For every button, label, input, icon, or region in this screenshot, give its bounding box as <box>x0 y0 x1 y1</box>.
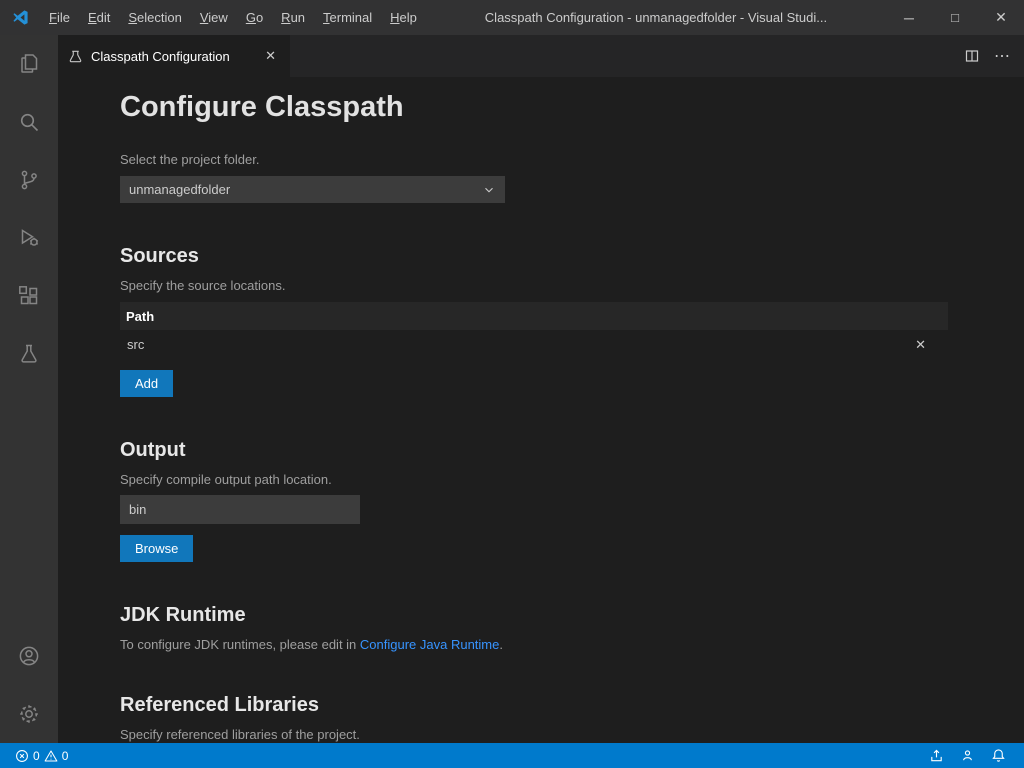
table-row: src ✕ <box>120 330 948 359</box>
sidebar-item-extensions[interactable] <box>0 267 58 325</box>
sidebar-item-search[interactable] <box>0 93 58 151</box>
editor-actions: ⋯ <box>964 35 1024 77</box>
maximize-icon[interactable]: □ <box>932 0 978 35</box>
status-bar: 0 0 <box>0 743 1024 768</box>
settings-button[interactable] <box>0 685 58 743</box>
menu-go[interactable]: Go <box>237 0 272 35</box>
tab-label: Classpath Configuration <box>91 49 261 64</box>
window-controls: ─ □ ✕ <box>886 0 1024 35</box>
add-source-button[interactable]: Add <box>120 370 173 397</box>
problems-indicator[interactable]: 0 0 <box>10 749 73 763</box>
page-title: Configure Classpath <box>120 91 1024 124</box>
referenced-libraries-heading: Referenced Libraries <box>120 694 1024 717</box>
main-area: Classpath Configuration ✕ ⋯ Configure Cl… <box>0 35 1024 743</box>
project-folder-label: Select the project folder. <box>120 152 1024 167</box>
tab-close-icon[interactable]: ✕ <box>261 46 280 66</box>
menu-view[interactable]: View <box>191 0 237 35</box>
jdk-text-after: . <box>499 637 503 652</box>
sidebar-item-explorer[interactable] <box>0 35 58 93</box>
editor-group: Classpath Configuration ✕ ⋯ Configure Cl… <box>58 35 1024 743</box>
source-control-icon <box>17 168 41 192</box>
warning-icon <box>44 749 58 763</box>
extensions-icon <box>17 284 41 308</box>
sidebar-item-source-control[interactable] <box>0 151 58 209</box>
tab-classpath-configuration[interactable]: Classpath Configuration ✕ <box>58 35 290 77</box>
search-icon <box>17 110 41 134</box>
window-title: Classpath Configuration - unmanagedfolde… <box>426 10 886 25</box>
run-debug-icon <box>17 226 41 250</box>
menu-terminal[interactable]: Terminal <box>314 0 381 35</box>
jdk-runtime-heading: JDK Runtime <box>120 604 1024 627</box>
settings-gear-icon <box>17 702 41 726</box>
output-path-input[interactable] <box>120 495 360 524</box>
vscode-logo-icon <box>0 0 40 35</box>
menubar: File Edit Selection View Go Run Terminal… <box>40 0 426 35</box>
notifications-bell-icon[interactable] <box>983 748 1014 763</box>
sources-column-header: Path <box>120 302 948 330</box>
menu-edit[interactable]: Edit <box>79 0 119 35</box>
titlebar: File Edit Selection View Go Run Terminal… <box>0 0 1024 35</box>
output-description: Specify compile output path location. <box>120 472 1024 487</box>
error-icon <box>15 749 29 763</box>
sidebar-item-testing[interactable] <box>0 325 58 383</box>
warning-count: 0 <box>62 749 69 763</box>
menu-selection[interactable]: Selection <box>119 0 190 35</box>
browse-output-button[interactable]: Browse <box>120 535 193 562</box>
tab-bar: Classpath Configuration ✕ ⋯ <box>58 35 1024 77</box>
project-folder-dropdown[interactable]: unmanagedfolder <box>120 176 505 203</box>
sidebar-item-run-debug[interactable] <box>0 209 58 267</box>
source-path-value: src <box>127 337 144 352</box>
more-actions-icon[interactable]: ⋯ <box>994 46 1010 66</box>
activity-bar <box>0 35 58 743</box>
account-icon <box>17 644 41 668</box>
account-button[interactable] <box>0 627 58 685</box>
referenced-libraries-description: Specify referenced libraries of the proj… <box>120 727 1024 742</box>
activity-bar-bottom <box>0 627 58 743</box>
menu-run[interactable]: Run <box>272 0 314 35</box>
project-folder-value: unmanagedfolder <box>129 182 230 197</box>
menu-help[interactable]: Help <box>381 0 426 35</box>
minimize-icon[interactable]: ─ <box>886 0 932 35</box>
status-bar-right <box>921 748 1014 763</box>
configure-java-runtime-link[interactable]: Configure Java Runtime <box>360 637 499 652</box>
close-icon[interactable]: ✕ <box>978 0 1024 35</box>
sources-description: Specify the source locations. <box>120 278 1024 293</box>
error-count: 0 <box>33 749 40 763</box>
jdk-text-before: To configure JDK runtimes, please edit i… <box>120 637 360 652</box>
testing-beaker-icon <box>17 342 41 366</box>
remove-source-icon[interactable]: ✕ <box>915 337 926 353</box>
sources-table: Path src ✕ <box>120 302 948 359</box>
share-icon[interactable] <box>921 748 952 763</box>
menu-file[interactable]: File <box>40 0 79 35</box>
jdk-runtime-text: To configure JDK runtimes, please edit i… <box>120 637 1024 652</box>
classpath-configuration-view: Configure Classpath Select the project f… <box>58 77 1024 743</box>
feedback-icon[interactable] <box>952 748 983 763</box>
status-bar-left: 0 0 <box>10 749 73 763</box>
sources-heading: Sources <box>120 245 1024 268</box>
files-icon <box>17 52 41 76</box>
output-heading: Output <box>120 439 1024 462</box>
classpath-config-icon <box>68 49 83 64</box>
chevron-down-icon <box>482 183 496 197</box>
split-editor-icon[interactable] <box>964 48 980 64</box>
